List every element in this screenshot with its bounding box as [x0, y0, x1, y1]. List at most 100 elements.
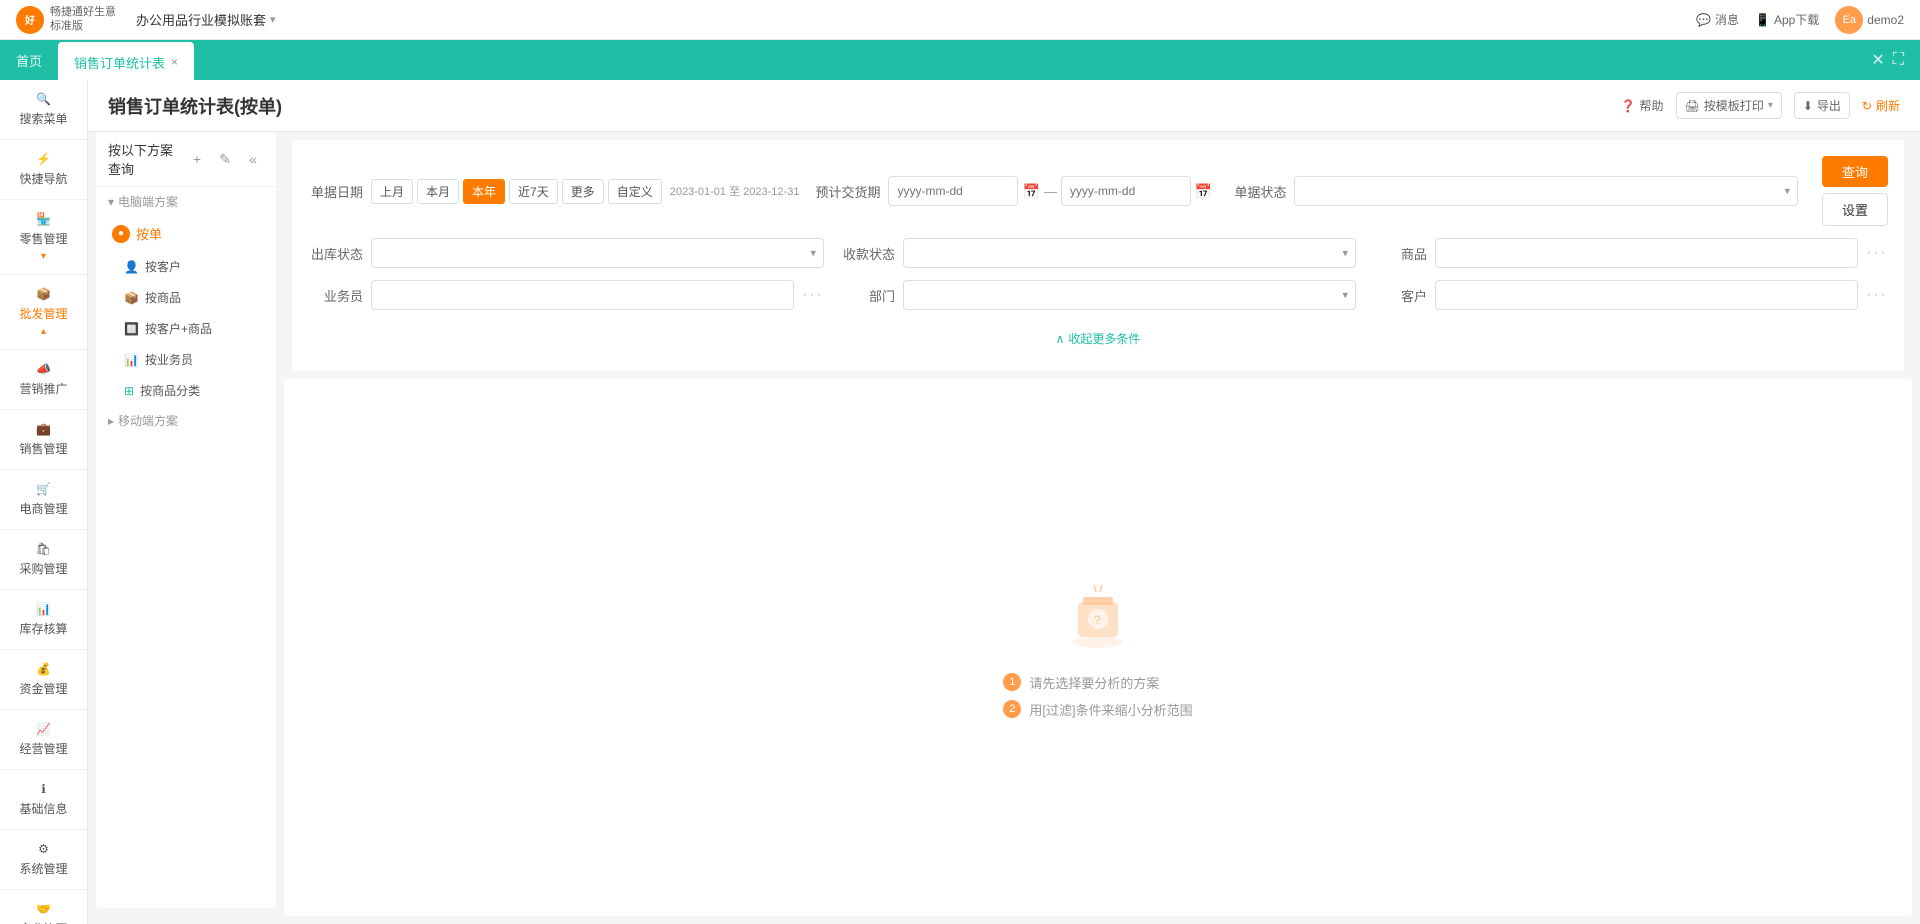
sidebar-item-search[interactable]: 🔍 搜索菜单 [0, 80, 87, 140]
tree-item-by-order[interactable]: ● 按单 [96, 216, 276, 251]
multi-icon: 🔲 [124, 322, 139, 336]
help-button[interactable]: ❓ 帮助 [1621, 97, 1664, 114]
expected-date-group: 预计交货期 📅 — 📅 [815, 176, 1215, 206]
query-button[interactable]: 查询 [1822, 156, 1888, 187]
expected-date-to-input[interactable] [1061, 176, 1191, 206]
user-menu[interactable]: Ea demo2 [1835, 6, 1904, 34]
sidebar-item-retail[interactable]: 🏪 零售管理 ▾ [0, 200, 87, 275]
user-icon: 👤 [124, 260, 139, 274]
dept-select[interactable] [903, 280, 1356, 310]
step2-badge: 2 [1003, 700, 1021, 718]
refresh-button[interactable]: ↻ 刷新 [1862, 97, 1900, 114]
wholesale-arrow-icon: ▴ [41, 326, 46, 337]
edit-plan-button[interactable]: ✎ [214, 148, 236, 170]
pay-status-label: 收款状态 [840, 244, 895, 263]
date-range-display: 2023-01-01 至 2023-12-31 [670, 183, 800, 199]
sidebar-item-basicinfo[interactable]: ℹ 基础信息 [0, 770, 87, 830]
system-icon: ⚙ [38, 842, 49, 856]
ship-status-select[interactable] [371, 238, 824, 268]
sidebar-item-ecommerce[interactable]: 🛒 电商管理 [0, 470, 87, 530]
sales-icon: 💼 [36, 422, 51, 436]
custom-date-button[interactable]: 自定义 [608, 179, 662, 204]
calendar-to-icon[interactable]: 📅 [1195, 183, 1212, 200]
tab-home[interactable]: 首页 [0, 40, 58, 80]
topbar-left: 好 畅捷通好生意 标准版 办公用品行业模拟账套 ▾ [16, 6, 276, 34]
purchase-icon: 🛍 [36, 542, 51, 556]
last-month-button[interactable]: 上月 [371, 179, 413, 204]
tree-section-pc[interactable]: ▾ 电脑端方案 [96, 187, 276, 216]
pay-status-select[interactable] [903, 238, 1356, 268]
search-icon: 🔍 [36, 92, 51, 106]
sidebar-item-marketing[interactable]: 📣 营销推广 [0, 350, 87, 410]
quicknav-icon: ⚡ [36, 152, 51, 166]
dept-group: 部门 [840, 280, 1356, 310]
app-download-button[interactable]: 📱 App下载 [1755, 11, 1819, 28]
grid-icon: ⊞ [124, 384, 134, 398]
customer-input[interactable] [1435, 280, 1858, 310]
sales-group: 业务员 ··· [308, 280, 824, 310]
sidebar-item-system[interactable]: ⚙ 系统管理 [0, 830, 87, 890]
doc-status-select[interactable] [1294, 176, 1798, 206]
more-date-button[interactable]: 更多 [562, 179, 604, 204]
window-maximize-icon[interactable]: ⛶ [1893, 51, 1904, 69]
tree-item-by-category[interactable]: ⊞ 按商品分类 [96, 375, 276, 406]
wholesale-icon: 📦 [36, 287, 51, 301]
ship-status-group: 出库状态 [308, 238, 824, 268]
cooperation-icon: 🤝 [36, 902, 51, 916]
calendar-from-icon[interactable]: 📅 [1022, 183, 1039, 200]
customer-more-icon[interactable]: ··· [1866, 286, 1888, 304]
sidebar-item-inventory[interactable]: 📊 库存核算 [0, 590, 87, 650]
doc-status-label: 单据状态 [1231, 182, 1286, 201]
basicinfo-icon: ℹ [41, 782, 46, 796]
tab-close-icon[interactable]: × [171, 55, 178, 69]
tree-item-by-salesperson[interactable]: 📊 按业务员 [96, 344, 276, 375]
message-button[interactable]: 💬 消息 [1696, 11, 1739, 28]
sidebar-item-quicknav[interactable]: ⚡ 快捷导航 [0, 140, 87, 200]
window-close-icon[interactable]: ✕ [1871, 50, 1884, 70]
tree-item-by-customer[interactable]: 👤 按客户 [96, 251, 276, 282]
tree-section-mobile[interactable]: ▸ 移动端方案 [96, 406, 276, 435]
refresh-icon: ↻ [1862, 99, 1872, 113]
sidebar-item-sales[interactable]: 💼 销售管理 [0, 410, 87, 470]
add-plan-button[interactable]: + [186, 148, 208, 170]
expected-date-label: 预计交货期 [815, 182, 880, 201]
logo-area: 好 畅捷通好生意 标准版 [16, 6, 116, 34]
sales-more-icon[interactable]: ··· [802, 286, 824, 304]
active-indicator: ● [112, 225, 130, 243]
print-button[interactable]: 🖨 按模板打印 ▾ [1676, 92, 1782, 119]
sidebar-item-purchase[interactable]: 🛍 采购管理 [0, 530, 87, 590]
this-month-button[interactable]: 本月 [417, 179, 459, 204]
collapse-panel-button[interactable]: « [242, 148, 264, 170]
sales-input[interactable] [371, 280, 794, 310]
settings-button[interactable]: 设置 [1822, 193, 1888, 226]
sidebar: 🔍 搜索菜单 ⚡ 快捷导航 🏪 零售管理 ▾ 📦 批发管理 ▴ 📣 营销推广 💼… [0, 80, 88, 924]
tab-sales-report[interactable]: 销售订单统计表 × [58, 42, 194, 82]
this-year-button[interactable]: 本年 [463, 179, 505, 204]
expected-date-from-input[interactable] [888, 176, 1018, 206]
title-arrow-icon[interactable]: ▾ [270, 13, 276, 26]
sidebar-item-finance[interactable]: 💰 资金管理 [0, 650, 87, 710]
filter-row-people: 业务员 ··· 部门 [308, 280, 1888, 310]
empty-hints: 1 请先选择要分析的方案 2 用[过滤]条件来缩小分析范围 [1003, 673, 1192, 719]
operations-icon: 📈 [36, 722, 51, 736]
ship-status-wrapper [371, 238, 824, 268]
panel-title: 按以下方案查询 [108, 140, 180, 178]
download-icon: 📱 [1755, 13, 1770, 27]
sidebar-item-cooperation[interactable]: 🤝 企业协同 [0, 890, 87, 924]
sidebar-item-wholesale[interactable]: 📦 批发管理 ▴ [0, 275, 87, 350]
svg-text:?: ? [1094, 613, 1101, 627]
export-button[interactable]: ⬇ 导出 [1794, 92, 1850, 119]
empty-illustration: ? [1058, 577, 1138, 657]
last7days-button[interactable]: 近7天 [509, 179, 558, 204]
pay-status-wrapper [903, 238, 1356, 268]
product-more-icon[interactable]: ··· [1866, 244, 1888, 262]
product-input[interactable] [1435, 238, 1858, 268]
collapse-button[interactable]: ∧ 收起更多条件 [1056, 330, 1141, 347]
logo-icon: 好 [16, 6, 44, 34]
tree-item-by-customer-product[interactable]: 🔲 按客户+商品 [96, 313, 276, 344]
content-body: 按以下方案查询 + ✎ « ▾ 电脑端方案 ● 按单 👤 按客户 [88, 132, 1920, 924]
tree-item-by-product[interactable]: 📦 按商品 [96, 282, 276, 313]
app-title: 办公用品行业模拟账套 ▾ [136, 10, 276, 29]
sidebar-item-operations[interactable]: 📈 经营管理 [0, 710, 87, 770]
expected-date-range: 📅 — 📅 [888, 176, 1212, 206]
